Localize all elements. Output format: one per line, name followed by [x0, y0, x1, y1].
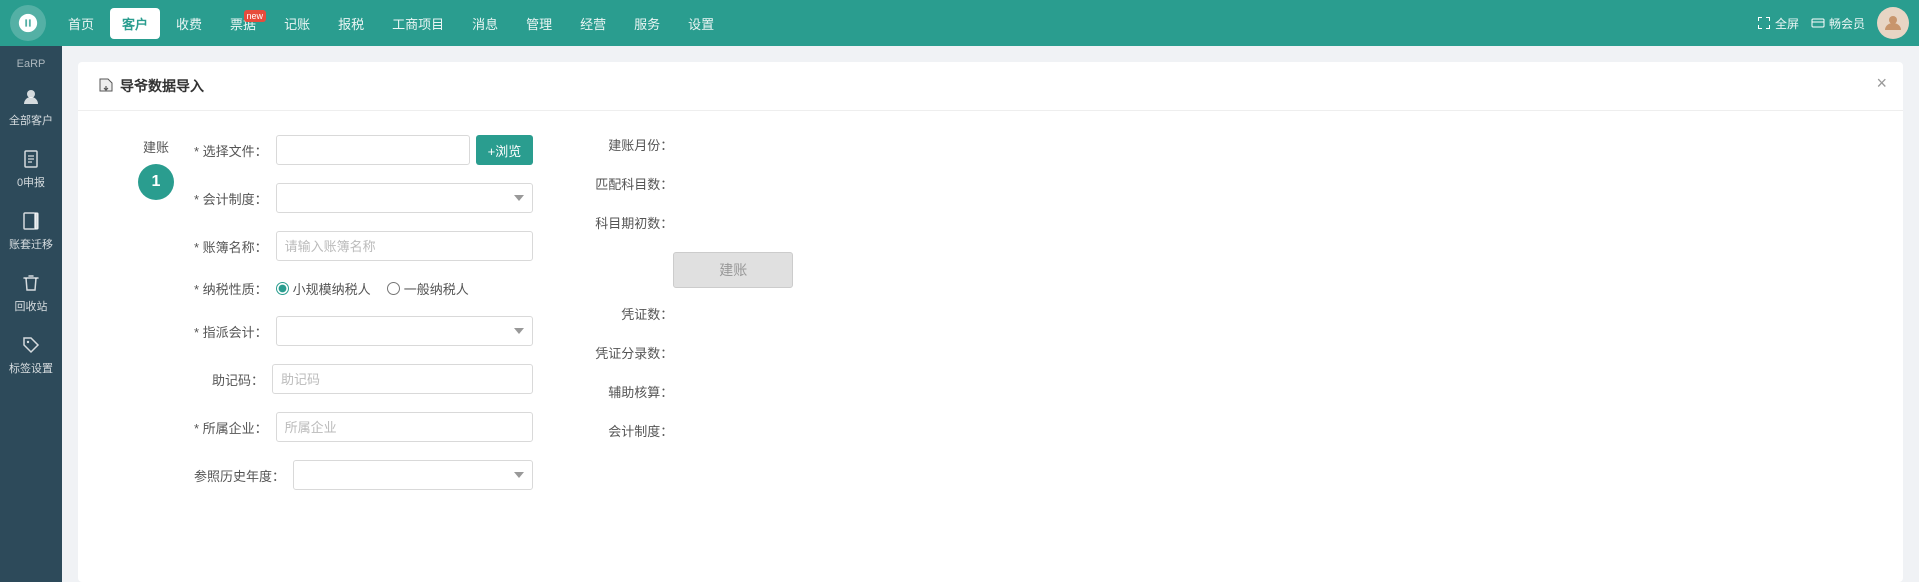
company-label: * 所属企业：: [194, 418, 268, 437]
aux-calc-row: 辅助核算：: [593, 382, 813, 401]
history-year-label: 参照历史年度：: [194, 466, 285, 485]
tax-type-row: * 纳税性质： 小规模纳税人 一般纳税人: [194, 279, 533, 298]
build-account-button[interactable]: 建账: [673, 252, 793, 288]
app-logo[interactable]: [10, 5, 46, 41]
accounting-select[interactable]: [276, 183, 534, 213]
import-icon: [98, 77, 114, 96]
subject-init-label: 科目期初数：: [593, 213, 673, 232]
nav-customer[interactable]: 客户: [110, 8, 160, 39]
tax-type-radio-group: 小规模纳税人 一般纳税人: [276, 279, 534, 298]
aux-calc-label: 辅助核算：: [593, 382, 673, 401]
tax-option2-label[interactable]: 一般纳税人: [387, 279, 469, 298]
sidebar-item-label: 全部客户: [9, 112, 53, 128]
match-subject-row: 匹配科目数：: [593, 174, 813, 193]
history-year-select[interactable]: [293, 460, 533, 490]
nav-invoice[interactable]: 票据 new: [218, 8, 268, 39]
left-form-col: * 选择文件： +浏览 * 会计制度：: [194, 135, 533, 508]
voucher-label: 凭证数：: [593, 304, 673, 323]
sidebar-item-account-migrate[interactable]: 账套迁移: [3, 202, 59, 260]
memo-label: 助记码：: [194, 370, 264, 389]
file-label: * 选择文件：: [194, 141, 268, 160]
account-month-label: 建账月份：: [593, 135, 673, 154]
person-icon: [20, 86, 42, 108]
company-row: * 所属企业：: [194, 412, 533, 442]
match-subject-label: 匹配科目数：: [593, 174, 673, 193]
ledger-input[interactable]: [276, 231, 534, 261]
trash-icon: [20, 272, 42, 294]
member-btn[interactable]: 畅会员: [1811, 15, 1865, 32]
ledger-label: * 账簿名称：: [194, 237, 268, 256]
new-badge: new: [244, 10, 267, 23]
file-icon: [20, 148, 42, 170]
nav-fee[interactable]: 收费: [164, 8, 214, 39]
memo-row: 助记码：: [194, 364, 533, 394]
main-layout: EaRP 全部客户 0申报: [0, 46, 1919, 582]
user-avatar[interactable]: [1877, 7, 1909, 39]
ledger-row: * 账簿名称：: [194, 231, 533, 261]
nav-service[interactable]: 服务: [622, 8, 672, 39]
sidebar-item-tag-settings[interactable]: 标签设置: [3, 326, 59, 384]
sidebar-item-label: 标签设置: [9, 360, 53, 376]
step-section: 建账 1 * 选择文件： +浏览: [138, 135, 533, 508]
nav-right: 全屏 畅会员: [1757, 7, 1909, 39]
fullscreen-btn[interactable]: 全屏: [1757, 15, 1799, 32]
nav-tax[interactable]: 报税: [326, 8, 376, 39]
nav-operation[interactable]: 经营: [568, 8, 618, 39]
sidebar-item-label: 0申报: [17, 174, 45, 190]
accounting-label: * 会计制度：: [194, 189, 268, 208]
subject-init-row: 科目期初数：: [593, 213, 813, 232]
sidebar: EaRP 全部客户 0申报: [0, 46, 62, 582]
nav-account[interactable]: 记账: [272, 8, 322, 39]
file-input-wrap: +浏览: [276, 135, 534, 165]
nav-settings[interactable]: 设置: [676, 8, 726, 39]
tax-type-label: * 纳税性质：: [194, 279, 268, 298]
sidebar-item-declaration[interactable]: 0申报: [3, 140, 59, 198]
step-1-circle: 1: [138, 164, 174, 200]
tag-icon: [20, 334, 42, 356]
company-input[interactable]: [276, 412, 534, 442]
right-panel: 建账月份： 匹配科目数： 科目期初数： 建账: [593, 135, 813, 508]
accounting-system-row: 会计制度：: [593, 421, 813, 440]
dialog-card: 导爷数据导入 × 建账 1 * 选择文件：: [78, 62, 1903, 582]
earp-label: EaRP: [17, 54, 46, 74]
top-nav: 首页 客户 收费 票据 new 记账 报税 工商项目 消息 管理 经营 服务 设…: [0, 0, 1919, 46]
nav-home[interactable]: 首页: [56, 8, 106, 39]
file-row: * 选择文件： +浏览: [194, 135, 533, 165]
book-icon: [20, 210, 42, 232]
dialog-header: 导爷数据导入 ×: [78, 62, 1903, 111]
file-input[interactable]: [276, 135, 470, 165]
sidebar-item-label: 账套迁移: [9, 236, 53, 252]
main-content: 导爷数据导入 × 建账 1 * 选择文件：: [62, 46, 1919, 582]
assign-accountant-select[interactable]: [276, 316, 534, 346]
assign-accountant-label: * 指派会计：: [194, 322, 268, 341]
tax-option1-radio[interactable]: [276, 282, 289, 295]
sidebar-item-label: 回收站: [15, 298, 48, 314]
accounting-row: * 会计制度：: [194, 183, 533, 213]
dialog-title: 导爷数据导入: [98, 76, 204, 96]
close-button[interactable]: ×: [1876, 74, 1887, 92]
jian-zhang-label: 建账: [143, 137, 169, 156]
voucher-count-label: 凭证分录数：: [593, 343, 673, 362]
nav-message[interactable]: 消息: [460, 8, 510, 39]
nav-business[interactable]: 工商项目: [380, 8, 456, 39]
sidebar-item-recycle[interactable]: 回收站: [3, 264, 59, 322]
accounting-system-label: 会计制度：: [593, 421, 673, 440]
browse-button[interactable]: +浏览: [476, 135, 534, 165]
form-area: 建账 1 * 选择文件： +浏览: [78, 111, 1903, 532]
assign-accountant-row: * 指派会计：: [194, 316, 533, 346]
voucher-row: 凭证数：: [593, 304, 813, 323]
voucher-count-row: 凭证分录数：: [593, 343, 813, 362]
tax-option1-label[interactable]: 小规模纳税人: [276, 279, 371, 298]
memo-input[interactable]: [272, 364, 533, 394]
nav-manage[interactable]: 管理: [514, 8, 564, 39]
account-month-row: 建账月份：: [593, 135, 813, 154]
history-year-row: 参照历史年度：: [194, 460, 533, 490]
tax-option2-radio[interactable]: [387, 282, 400, 295]
sidebar-item-all-customers[interactable]: 全部客户: [3, 78, 59, 136]
